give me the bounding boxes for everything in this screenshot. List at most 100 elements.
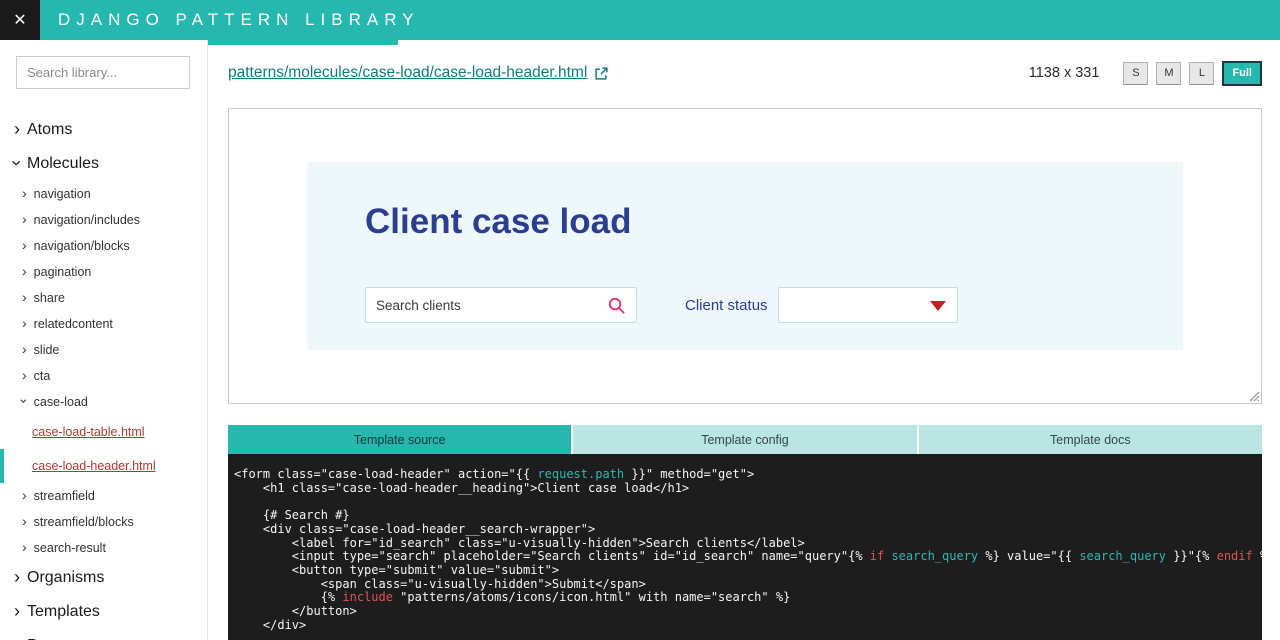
sidebar-item-share[interactable]: › share [0,285,207,311]
breadcrumb[interactable]: patterns/molecules/case-load/case-load-h… [228,64,609,82]
chevron-right-icon: › [22,368,27,382]
sidebar-item-templates[interactable]: › Templates [0,595,207,629]
topbar: patterns/molecules/case-load/case-load-h… [228,58,1262,88]
sidebar-item-label: Organisms [27,569,104,587]
code-line: {# Search #} [234,509,1256,523]
pattern-panel: Client case load Client status [307,162,1183,350]
sidebar-item-pages[interactable]: ›Pages [0,629,207,640]
sidebar-file-case-load-table-html[interactable]: case-load-table.html [0,415,207,449]
pattern-row: Client status [365,287,958,323]
size-button-full[interactable]: Full [1222,61,1262,86]
code-line: <h1 class="case-load-header__heading">Cl… [234,482,1256,496]
tab-template-config[interactable]: Template config [573,425,916,454]
sidebar-item-label: Templates [27,603,100,621]
code-line [234,495,1256,509]
sidebar-tree: ›Atoms›Molecules›navigation›navigation/i… [0,113,207,640]
pattern-heading: Client case load [365,202,631,242]
sidebar-item-search-result[interactable]: › search-result [0,535,207,561]
sidebar-item-label: navigation/includes [34,213,140,227]
search-input[interactable] [16,56,190,89]
sidebar-item-label: cta [34,369,51,383]
sidebar-item-label: pagination [34,265,92,279]
code-line: <span class="u-visually-hidden">Submit</… [234,578,1256,592]
resize-handle-icon[interactable] [1247,389,1260,402]
client-search-input[interactable] [376,298,607,313]
app-header: ✕ DJANGO PATTERN LIBRARY [0,0,1280,40]
layout: ›Atoms›Molecules›navigation›navigation/i… [0,40,1280,640]
chevron-right-icon: › [14,602,20,620]
client-status-select[interactable] [778,287,958,323]
chevron-right-icon: › [22,212,27,226]
sidebar-item-label: share [34,291,65,305]
sidebar-file-case-load-header-html[interactable]: case-load-header.html [0,449,207,483]
sidebar-item-atoms[interactable]: › Atoms [0,113,207,147]
sidebar-item-label: relatedcontent [34,317,113,331]
sidebar-item-label: case-load-table.html [32,425,145,439]
size-buttons: SML Full [1115,61,1262,86]
chevron-down-icon: › [8,160,26,166]
chevron-right-icon: › [14,568,20,586]
sidebar-item-navigation[interactable]: ›navigation [0,181,207,207]
breadcrumb-label: patterns/molecules/case-load/case-load-h… [228,64,587,82]
app-title: DJANGO PATTERN LIBRARY [58,10,420,30]
header-accent [208,40,398,45]
sidebar-item-label: streamfield [34,489,95,503]
chevron-right-icon: › [14,636,20,640]
sidebar: ›Atoms›Molecules›navigation›navigation/i… [0,40,208,640]
sidebar-item-slide[interactable]: › slide [0,337,207,363]
chevron-right-icon: › [14,120,20,138]
chevron-right-icon: › [22,316,27,330]
dropdown-arrow-icon [930,301,946,311]
frame-dimensions: 1138 x 331 [1029,65,1100,81]
chevron-right-icon: › [22,488,27,502]
chevron-right-icon: › [22,540,27,554]
tab-template-source[interactable]: Template source [228,425,571,454]
sidebar-item-pagination[interactable]: › pagination [0,259,207,285]
sidebar-item-label: streamfield/blocks [34,515,134,529]
chevron-right-icon: › [22,264,27,278]
code-line: {% include "patterns/atoms/icons/icon.ht… [234,591,1256,605]
sidebar-item-label: Molecules [27,155,99,173]
frame-controls: 1138 x 331 SML Full [1029,61,1262,86]
chevron-right-icon: › [22,238,27,252]
external-link-icon [594,66,609,81]
size-button-m[interactable]: M [1156,62,1181,85]
sidebar-item-label: search-result [34,541,106,555]
sidebar-item-label: navigation/blocks [34,239,130,253]
code-line: <input type="search" placeholder="Search… [234,550,1256,564]
sidebar-item-navigation-blocks[interactable]: › navigation/blocks [0,233,207,259]
chevron-down-icon: › [17,399,31,404]
client-status-label: Client status [685,297,768,314]
size-button-s[interactable]: S [1123,62,1148,85]
client-search-field[interactable] [365,287,637,323]
sidebar-item-cta[interactable]: › cta [0,363,207,389]
tabs: Template sourceTemplate configTemplate d… [228,425,1262,454]
sidebar-item-molecules[interactable]: ›Molecules [0,147,207,181]
tab-template-docs[interactable]: Template docs [919,425,1262,454]
chevron-right-icon: › [22,342,27,356]
size-button-l[interactable]: L [1189,62,1214,85]
sidebar-item-navigation-includes[interactable]: › navigation/includes [0,207,207,233]
chevron-right-icon: › [22,514,27,528]
sidebar-item-organisms[interactable]: › Organisms [0,561,207,595]
code-line: <div class="case-load-header__search-wra… [234,523,1256,537]
search-icon[interactable] [607,296,626,315]
code-line: <button type="submit" value="submit"> [234,564,1256,578]
sidebar-item-relatedcontent[interactable]: › relatedcontent [0,311,207,337]
sidebar-item-streamfield-blocks[interactable]: › streamfield/blocks [0,509,207,535]
sidebar-item-label: case-load [34,395,88,409]
sidebar-item-label: case-load-header.html [32,459,156,473]
preview-frame: Client case load Client status [228,108,1262,404]
code-line: <form class="case-load-header" action="{… [234,468,1256,482]
code-panel[interactable]: <form class="case-load-header" action="{… [228,454,1262,640]
code-line: </div> [234,619,1256,633]
sidebar-item-case-load[interactable]: ›case-load [0,389,207,415]
code-line: </button> [234,605,1256,619]
sidebar-item-label: slide [34,343,60,357]
code-line: <label for="id_search" class="u-visually… [234,537,1256,551]
sidebar-item-streamfield[interactable]: › streamfield [0,483,207,509]
chevron-right-icon: › [22,186,27,200]
sidebar-item-label: Atoms [27,121,72,139]
close-button[interactable]: ✕ [0,0,40,40]
chevron-right-icon: › [22,290,27,304]
